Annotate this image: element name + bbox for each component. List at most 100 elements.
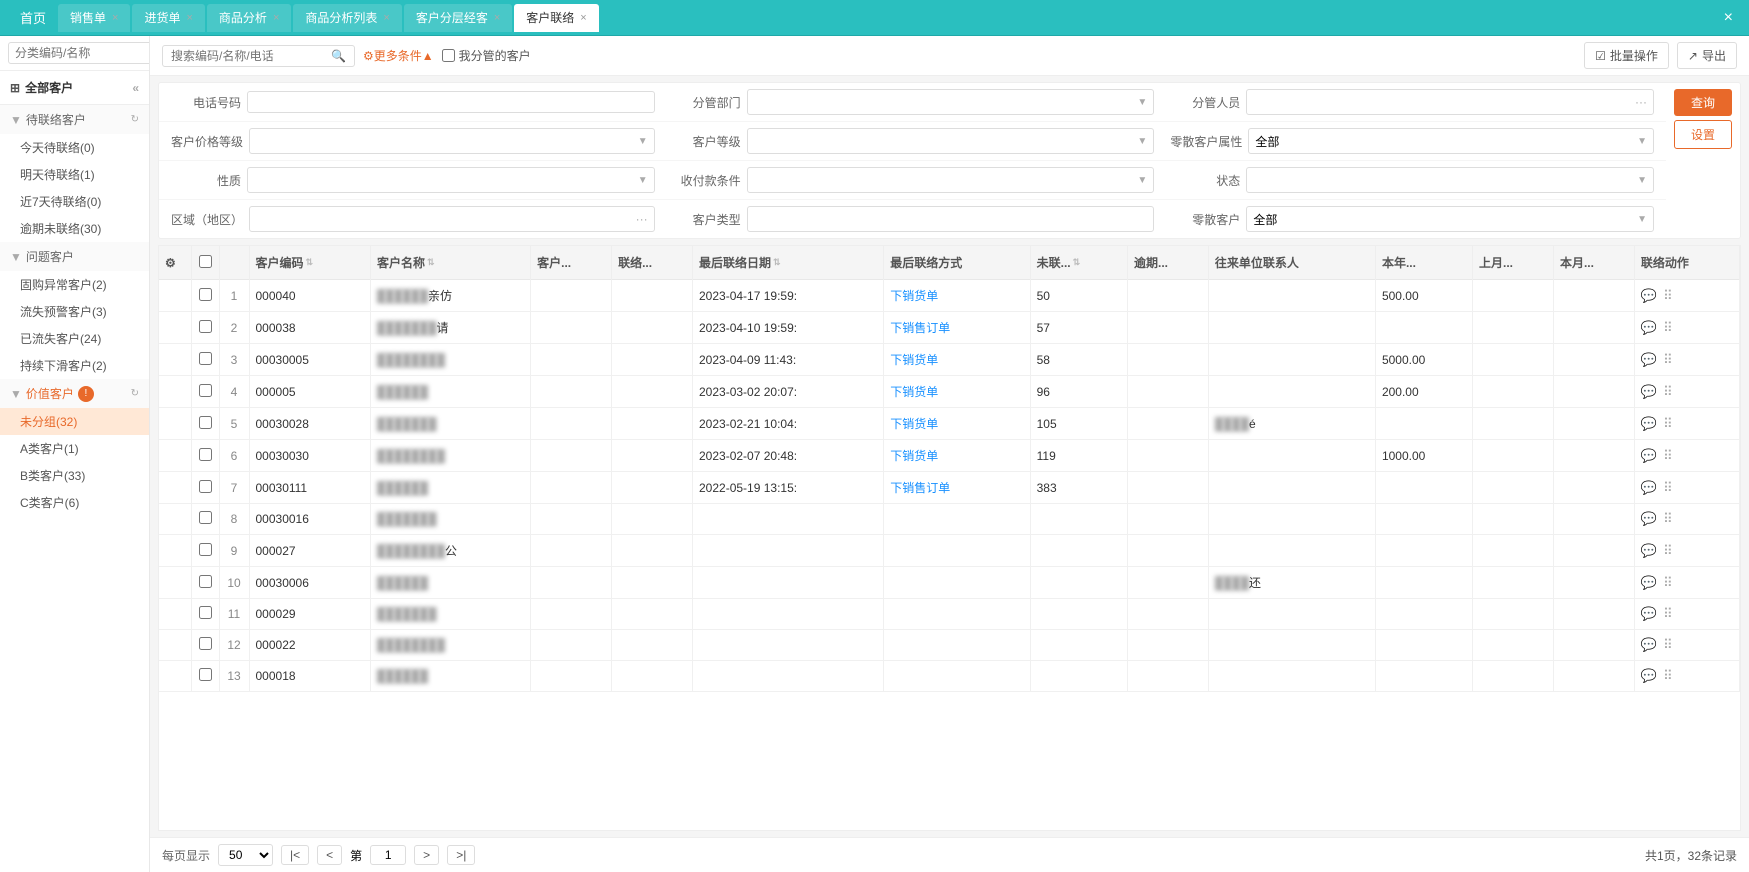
- row-settings[interactable]: [159, 408, 191, 440]
- tab-close-product-analysis-list[interactable]: ×: [383, 12, 389, 24]
- chat-icon[interactable]: 💬: [1641, 320, 1657, 336]
- more-action-icon[interactable]: ⠿: [1663, 637, 1673, 653]
- row-checkbox[interactable]: [191, 408, 219, 440]
- last-method-link[interactable]: 下销货单: [890, 385, 938, 399]
- more-action-icon[interactable]: ⠿: [1663, 416, 1673, 432]
- row-settings[interactable]: [159, 599, 191, 630]
- more-action-icon[interactable]: ⠿: [1663, 448, 1673, 464]
- col-settings[interactable]: ⚙: [159, 246, 191, 280]
- chat-icon[interactable]: 💬: [1641, 543, 1657, 559]
- last-method-link[interactable]: 下销货单: [890, 417, 938, 431]
- search-icon[interactable]: 🔍: [331, 49, 346, 63]
- row-checkbox[interactable]: [191, 344, 219, 376]
- sidebar-group-problem[interactable]: ▼ 问题客户: [0, 242, 149, 271]
- my-customers-checkbox[interactable]: 我分管的客户: [442, 47, 531, 64]
- last-method-link[interactable]: 下销货单: [890, 289, 938, 303]
- row-checkbox[interactable]: [191, 630, 219, 661]
- prev-page-btn[interactable]: <: [317, 845, 342, 865]
- row-settings[interactable]: [159, 472, 191, 504]
- more-action-icon[interactable]: ⠿: [1663, 480, 1673, 496]
- sidebar-group-value[interactable]: ▼ 价值客户 ! ↻: [0, 379, 149, 408]
- row-checkbox[interactable]: [191, 472, 219, 504]
- price-level-select[interactable]: ▼: [249, 128, 655, 154]
- manager-select[interactable]: ···: [1246, 89, 1654, 115]
- phone-input[interactable]: [247, 91, 655, 113]
- more-action-icon[interactable]: ⠿: [1663, 606, 1673, 622]
- last-page-btn[interactable]: >|: [447, 845, 475, 865]
- sidebar-item-class-c[interactable]: C类客户(6): [0, 489, 149, 516]
- more-action-icon[interactable]: ⠿: [1663, 575, 1673, 591]
- row-checkbox[interactable]: [191, 280, 219, 312]
- tab-customer-contact[interactable]: 客户联络 ×: [514, 4, 598, 32]
- payment-select[interactable]: ▼: [747, 167, 1155, 193]
- my-customers-check[interactable]: [442, 49, 455, 62]
- more-action-icon[interactable]: ⠿: [1663, 543, 1673, 559]
- col-name[interactable]: 客户名称 ⇅: [370, 246, 530, 280]
- col-checkbox[interactable]: [191, 246, 219, 280]
- chat-icon[interactable]: 💬: [1641, 575, 1657, 591]
- chat-icon[interactable]: 💬: [1641, 668, 1657, 684]
- retail-attr-select[interactable]: 全部 ▼: [1248, 128, 1654, 154]
- reset-button[interactable]: 设置: [1674, 120, 1732, 149]
- first-page-btn[interactable]: |<: [281, 845, 309, 865]
- chat-icon[interactable]: 💬: [1641, 352, 1657, 368]
- row-checkbox[interactable]: [191, 599, 219, 630]
- row-settings[interactable]: [159, 535, 191, 567]
- retail-customer-select[interactable]: 全部 ▼: [1246, 206, 1654, 232]
- customer-type-select[interactable]: [747, 206, 1155, 232]
- col-code[interactable]: 客户编码 ⇅: [249, 246, 370, 280]
- row-checkbox[interactable]: [191, 440, 219, 472]
- tab-purchase[interactable]: 进货单 ×: [132, 4, 204, 32]
- row-checkbox[interactable]: [191, 376, 219, 408]
- sidebar-item-overdue-pending[interactable]: 逾期未联络(30): [0, 215, 149, 242]
- sidebar-all-customers[interactable]: ⊞ 全部客户 «: [0, 71, 149, 105]
- nature-select[interactable]: ▼: [247, 167, 655, 193]
- col-not-contacted[interactable]: 未联... ⇅: [1030, 246, 1127, 280]
- row-settings[interactable]: [159, 344, 191, 376]
- col-last-date[interactable]: 最后联络日期 ⇅: [693, 246, 884, 280]
- tab-product-analysis[interactable]: 商品分析 ×: [207, 4, 291, 32]
- next-page-btn[interactable]: >: [414, 845, 439, 865]
- row-settings[interactable]: [159, 630, 191, 661]
- sidebar-item-lost[interactable]: 已流失客户(24): [0, 325, 149, 352]
- chat-icon[interactable]: 💬: [1641, 606, 1657, 622]
- row-checkbox[interactable]: [191, 567, 219, 599]
- sidebar-search-input[interactable]: [8, 42, 150, 64]
- page-input[interactable]: [370, 845, 406, 865]
- chat-icon[interactable]: 💬: [1641, 384, 1657, 400]
- customer-level-select[interactable]: ▼: [747, 128, 1155, 154]
- sidebar-group-pending[interactable]: ▼ 待联络客户 ↻: [0, 105, 149, 134]
- row-checkbox[interactable]: [191, 504, 219, 535]
- more-conditions-btn[interactable]: ⚙ 更多条件 ▲: [363, 47, 434, 64]
- region-select[interactable]: ···: [249, 206, 655, 232]
- row-settings[interactable]: [159, 504, 191, 535]
- row-checkbox[interactable]: [191, 535, 219, 567]
- sidebar-item-today-pending[interactable]: 今天待联络(0): [0, 134, 149, 161]
- sidebar-item-class-b[interactable]: B类客户(33): [0, 462, 149, 489]
- batch-operation-btn[interactable]: ☑ 批量操作: [1584, 42, 1669, 69]
- row-settings[interactable]: [159, 661, 191, 692]
- chat-icon[interactable]: 💬: [1641, 288, 1657, 304]
- tab-customer-segment[interactable]: 客户分层经客 ×: [404, 4, 512, 32]
- refresh-icon-2[interactable]: ↻: [131, 388, 139, 399]
- tab-product-analysis-list[interactable]: 商品分析列表 ×: [293, 4, 401, 32]
- status-select[interactable]: ▼: [1246, 167, 1654, 193]
- row-settings[interactable]: [159, 440, 191, 472]
- row-checkbox[interactable]: [191, 661, 219, 692]
- tab-close-customer-segment[interactable]: ×: [494, 12, 500, 24]
- sidebar-item-abnormal[interactable]: 固购异常客户(2): [0, 271, 149, 298]
- more-action-icon[interactable]: ⠿: [1663, 320, 1673, 336]
- row-settings[interactable]: [159, 312, 191, 344]
- tab-home[interactable]: 首页: [8, 8, 58, 27]
- chat-icon[interactable]: 💬: [1641, 448, 1657, 464]
- chat-icon[interactable]: 💬: [1641, 416, 1657, 432]
- search-input[interactable]: [171, 49, 331, 63]
- more-action-icon[interactable]: ⠿: [1663, 511, 1673, 527]
- last-method-link[interactable]: 下销货单: [890, 449, 938, 463]
- row-settings[interactable]: [159, 280, 191, 312]
- last-method-link[interactable]: 下销售订单: [890, 481, 950, 495]
- row-settings[interactable]: [159, 567, 191, 599]
- refresh-icon[interactable]: ↻: [131, 114, 139, 125]
- row-settings[interactable]: [159, 376, 191, 408]
- select-all-checkbox[interactable]: [199, 255, 212, 268]
